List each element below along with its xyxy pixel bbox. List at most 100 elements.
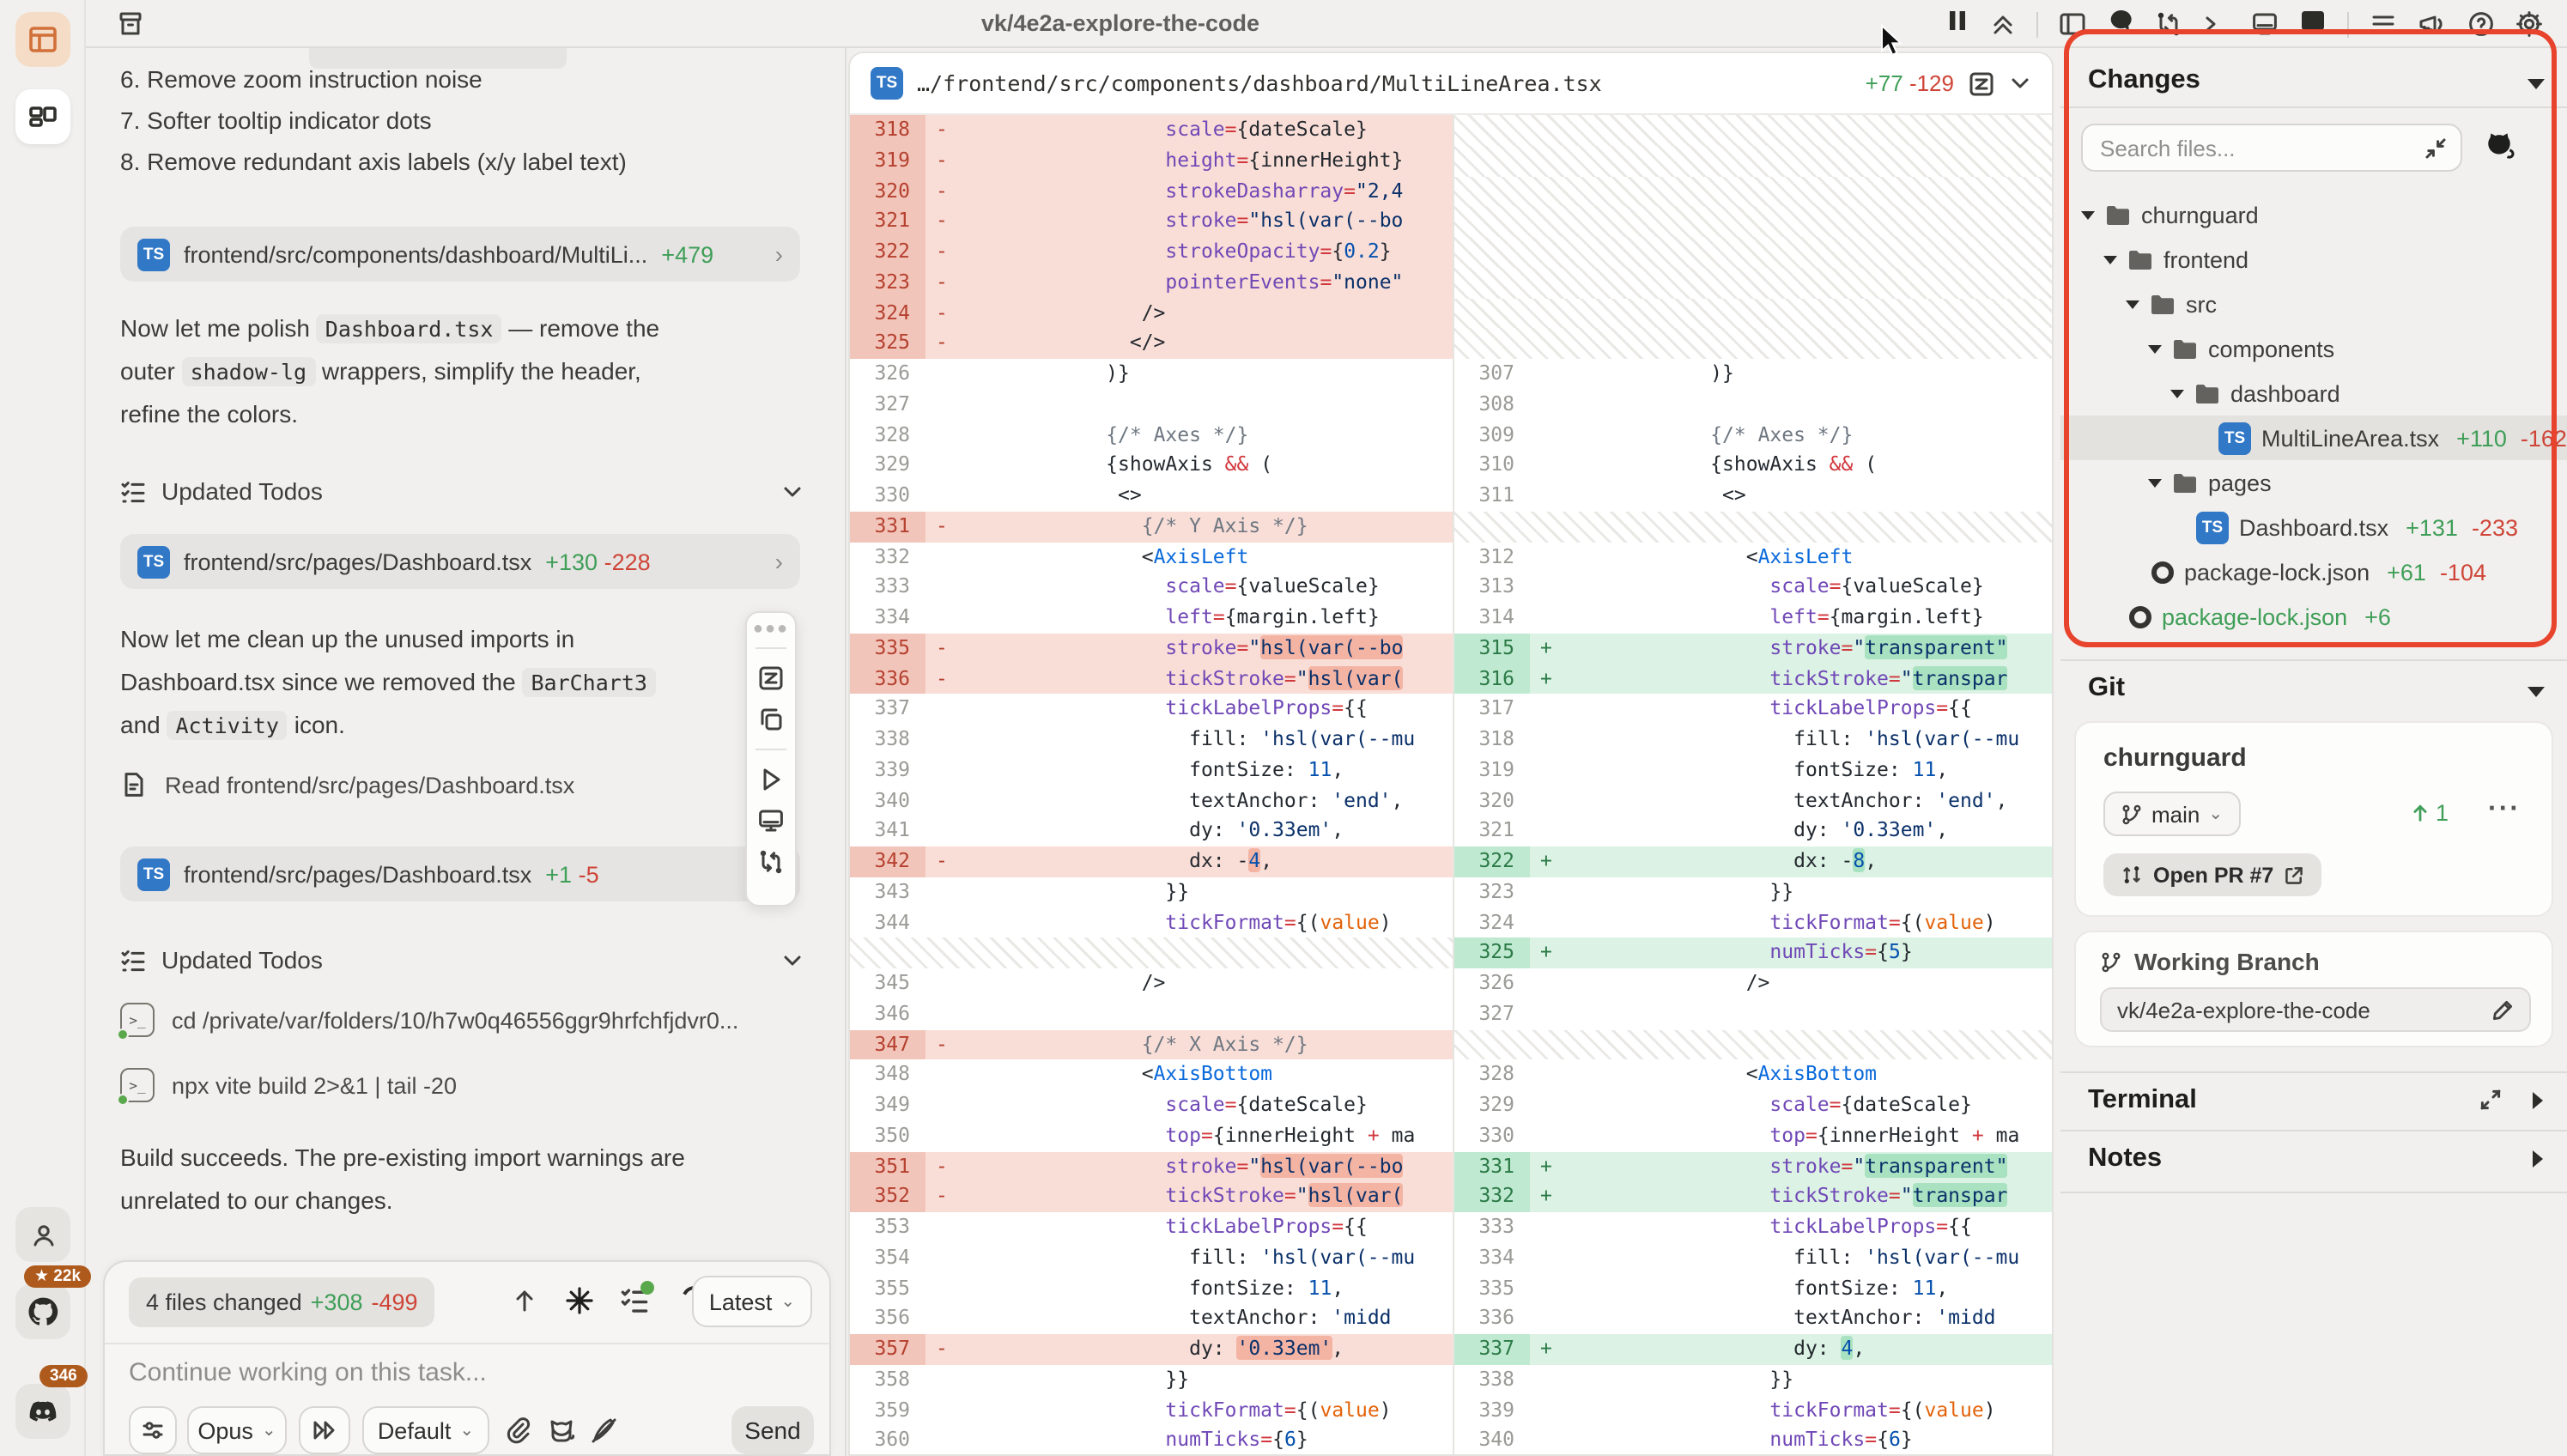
diff-line: 341 dy: '0.33em', <box>850 816 1453 847</box>
monitor-icon[interactable] <box>757 807 785 834</box>
diff-line: 313 scale={valueScale} <box>1454 573 2054 604</box>
patch-icon[interactable] <box>1968 70 1995 97</box>
terminal-chip-icon: >_ <box>120 1068 155 1102</box>
menu-icon[interactable] <box>2370 10 2397 38</box>
chevron-down-icon[interactable] <box>781 480 804 502</box>
git-section-title: Git <box>2088 673 2125 704</box>
diff-line: 314 left={margin.left} <box>1454 603 2054 634</box>
git-compare-icon[interactable] <box>2155 10 2182 38</box>
pause-icon[interactable] <box>1945 8 1969 40</box>
updated-todos-row[interactable]: Updated Todos <box>120 939 804 980</box>
github-button[interactable] <box>15 1284 70 1339</box>
arrow-up-icon[interactable] <box>510 1286 539 1315</box>
read-file-row[interactable]: Read frontend/src/pages/Dashboard.tsx <box>120 771 574 798</box>
latest-dropdown[interactable]: Latest⌄ <box>692 1276 812 1327</box>
diff-line: 344 tickFormat={(value) <box>850 907 1453 938</box>
section-collapse-icon[interactable] <box>2528 79 2545 89</box>
tree-item-dashboard-tsx[interactable]: TSDashboard.tsx+131-233 <box>2060 505 2567 549</box>
expand-icon[interactable] <box>2479 1089 2502 1111</box>
terminal-command-row[interactable]: >_ cd /private/var/folders/10/h7w0q46556… <box>120 1003 738 1037</box>
account-button[interactable] <box>15 1207 70 1262</box>
spark-icon[interactable] <box>565 1286 594 1324</box>
chevron-down-icon[interactable] <box>781 949 804 971</box>
section-collapse-icon[interactable] <box>2528 687 2545 697</box>
updated-todos-row[interactable]: Updated Todos <box>120 470 804 512</box>
diff-line: 330 top={innerHeight + ma <box>1454 1121 2054 1152</box>
github-cat-icon[interactable] <box>2483 130 2515 172</box>
base-branch-dropdown[interactable]: main⌄ <box>2103 792 2240 836</box>
send-button[interactable]: Send <box>731 1406 814 1454</box>
settings-sliders-button[interactable] <box>129 1406 177 1454</box>
diff-line: 338 }} <box>1454 1365 2054 1396</box>
diff-viewer: TS …/frontend/src/components/dashboard/M… <box>848 52 2054 1456</box>
copy-icon[interactable] <box>757 706 785 733</box>
caret-down-icon[interactable] <box>2148 478 2162 487</box>
collapse-tree-icon[interactable] <box>2424 136 2447 159</box>
gear-icon[interactable] <box>2515 10 2543 38</box>
diff-line: 353 tickLabelProps={{ <box>850 1212 1453 1243</box>
patch-icon[interactable] <box>757 664 785 692</box>
tree-item-pages[interactable]: pages <box>2060 460 2567 505</box>
megaphone-icon[interactable] <box>2418 10 2447 38</box>
workspace-active-tab[interactable] <box>15 12 70 67</box>
chat-bubble-icon[interactable] <box>2107 6 2134 42</box>
message-input[interactable]: Continue working on this task... <box>129 1358 487 1387</box>
files-changed-pill[interactable]: 4 files changed +308 -499 <box>129 1277 435 1327</box>
tree-item-package-lock-json[interactable]: package-lock.json+6 <box>2060 594 2567 639</box>
tree-item-churnguard[interactable]: churnguard <box>2060 192 2567 237</box>
tree-item-multilinearea-tsx[interactable]: TSMultiLineArea.tsx+110-162 <box>2060 416 2567 460</box>
section-expand-icon[interactable] <box>2533 1092 2543 1109</box>
tree-item-src[interactable]: src <box>2060 282 2567 326</box>
tree-item-dashboard[interactable]: dashboard <box>2060 371 2567 416</box>
tree-item-frontend[interactable]: frontend <box>2060 237 2567 282</box>
panel-right-filled-icon[interactable] <box>2299 6 2327 42</box>
fast-forward-button[interactable] <box>299 1406 350 1454</box>
repo-more-menu[interactable]: ··· <box>2488 795 2521 826</box>
search-input[interactable] <box>2097 133 2388 162</box>
file-search[interactable] <box>2081 124 2462 172</box>
help-icon[interactable] <box>2467 10 2495 38</box>
diff-pane-new[interactable]: 307 )}308309 {/* Axes */}310 {showAxis &… <box>1453 115 2054 1454</box>
todos-status-icon[interactable] <box>620 1286 649 1324</box>
diff-line: 355 fontSize: 11, <box>850 1273 1453 1304</box>
model-dropdown[interactable]: Opus⌄ <box>187 1406 287 1454</box>
panel-left-icon[interactable] <box>2059 10 2086 38</box>
diff-line: 325+ numTicks={5} <box>1454 938 2054 969</box>
terminal-icon[interactable] <box>2203 10 2230 38</box>
caret-down-icon[interactable] <box>2103 255 2117 264</box>
diff-line: 323 }} <box>1454 877 2054 908</box>
caret-down-icon[interactable] <box>2081 210 2095 219</box>
open-pr-button[interactable]: Open PR #7 <box>2103 853 2321 896</box>
monitor-icon[interactable] <box>2251 10 2279 38</box>
discord-button[interactable] <box>15 1384 70 1439</box>
tree-item-components[interactable]: components <box>2060 326 2567 371</box>
workspace-tab[interactable] <box>15 89 70 144</box>
git-compare-icon[interactable] <box>757 848 785 876</box>
play-icon[interactable] <box>757 766 785 793</box>
tree-item-package-lock-json[interactable]: package-lock.json+61-104 <box>2060 549 2567 594</box>
diff-line: 326 /> <box>1454 968 2054 999</box>
caret-down-icon[interactable] <box>2170 389 2184 397</box>
section-expand-icon[interactable] <box>2533 1150 2543 1168</box>
caret-down-icon[interactable] <box>2126 300 2139 308</box>
diff-line: 345 /> <box>850 968 1453 999</box>
caret-down-icon[interactable] <box>2148 344 2162 353</box>
file-chip-dashboard[interactable]: TS frontend/src/pages/Dashboard.tsx +130… <box>120 534 800 589</box>
attach-paperclip-icon[interactable] <box>505 1417 532 1444</box>
edit-pencil-icon[interactable] <box>2491 998 2514 1021</box>
inline-code: Dashboard.tsx <box>317 314 502 343</box>
mode-dropdown[interactable]: Default⌄ <box>362 1406 489 1454</box>
chevron-down-icon[interactable] <box>2009 72 2031 94</box>
chevrons-up-icon[interactable] <box>1990 11 2016 37</box>
diff-line: 327 <box>1454 999 2054 1030</box>
ahead-count: 1 <box>2410 800 2449 826</box>
diff-pane-old[interactable]: 318- scale={dateScale}319- height={inner… <box>850 115 1453 1454</box>
file-chip-multilinearea[interactable]: TS frontend/src/components/dashboard/Mul… <box>120 227 800 282</box>
file-chip-dashboard-2[interactable]: TS frontend/src/pages/Dashboard.tsx +1 -… <box>120 846 800 901</box>
pen-icon[interactable] <box>591 1417 618 1444</box>
cat-icon[interactable] <box>548 1417 575 1444</box>
terminal-command-row[interactable]: >_ npx vite build 2>&1 | tail -20 <box>120 1068 457 1102</box>
more-dots-icon[interactable]: ●●● <box>753 622 789 639</box>
ts-file-icon: TS <box>137 238 170 270</box>
branch-name-field[interactable]: vk/4e2a-explore-the-code <box>2100 987 2531 1032</box>
